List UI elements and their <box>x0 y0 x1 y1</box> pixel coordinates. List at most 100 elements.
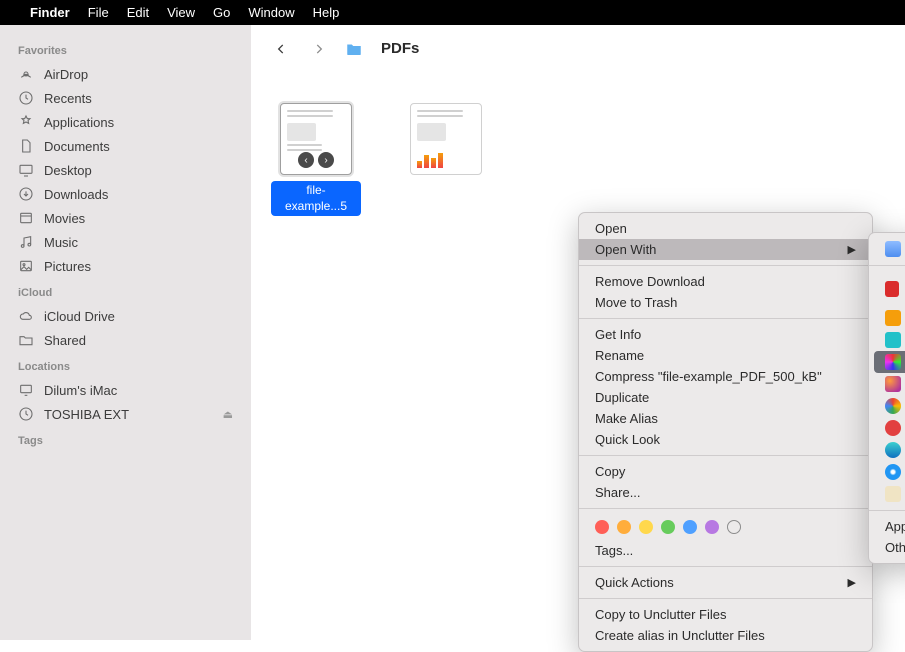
ctx-copy-unclutter[interactable]: Copy to Unclutter Files <box>579 604 872 625</box>
tag-yellow[interactable] <box>639 520 653 534</box>
edge-app-icon <box>885 442 901 458</box>
openwith-firefox[interactable]: Firefox <box>869 373 905 395</box>
file-thumbnail: ‹› <box>280 103 352 175</box>
tag-color-row <box>579 514 872 540</box>
openwith-canva[interactable]: Canva <box>869 329 905 351</box>
menu-file[interactable]: File <box>88 5 109 20</box>
openwith-unarchiver[interactable]: The Unarchiver <box>869 483 905 505</box>
menubar: Finder File Edit View Go Window Help <box>0 0 905 25</box>
apps-icon <box>18 114 34 130</box>
sidebar-item-desktop[interactable]: Desktop <box>8 159 243 181</box>
colorsync-app-icon <box>885 354 901 370</box>
document-icon <box>18 138 34 154</box>
menu-view[interactable]: View <box>167 5 195 20</box>
ctx-rename[interactable]: Rename <box>579 345 872 366</box>
tag-purple[interactable] <box>705 520 719 534</box>
separator <box>579 508 872 509</box>
menu-window[interactable]: Window <box>248 5 294 20</box>
sidebar-item-airdrop[interactable]: AirDrop <box>8 63 243 85</box>
openwith-app-store[interactable]: App Store... <box>869 516 905 537</box>
tag-green[interactable] <box>661 520 675 534</box>
menu-go[interactable]: Go <box>213 5 230 20</box>
imac-icon <box>18 382 34 398</box>
file-item[interactable]: ‹› file-example...5 <box>271 103 361 216</box>
sidebar-item-shared[interactable]: Shared <box>8 329 243 351</box>
file-thumbnail <box>410 103 482 175</box>
ctx-label: Quick Actions <box>595 575 674 590</box>
separator <box>579 265 872 266</box>
openwith-chrome[interactable]: Google Chrome <box>869 395 905 417</box>
ctx-open-with[interactable]: Open With▶ <box>579 239 872 260</box>
sidebar-item-recents[interactable]: Recents <box>8 87 243 109</box>
section-favorites: Favorites <box>8 37 243 61</box>
sidebar-item-label: Documents <box>44 139 110 154</box>
openwith-acrobat[interactable]: Adobe Acrobat (default) <box>869 271 905 307</box>
openwith-other[interactable]: Other... <box>869 537 905 558</box>
forward-button[interactable] <box>307 37 331 61</box>
openwith-colorsync[interactable]: ColorSync Utility <box>874 351 905 373</box>
app-name[interactable]: Finder <box>30 5 70 20</box>
sidebar-item-label: Music <box>44 235 78 250</box>
ctx-move-to-trash[interactable]: Move to Trash <box>579 292 872 313</box>
sidebar-item-documents[interactable]: Documents <box>8 135 243 157</box>
ctx-copy[interactable]: Copy <box>579 461 872 482</box>
ctx-open[interactable]: Open <box>579 218 872 239</box>
desktop-icon <box>18 162 34 178</box>
sidebar-item-movies[interactable]: Movies <box>8 207 243 229</box>
lightweight-pdf-app-icon <box>885 420 901 436</box>
sidebar-item-label: TOSHIBA EXT <box>44 407 129 422</box>
openwith-lightweight-pdf[interactable]: Lightweight PDF <box>869 417 905 439</box>
sidebar-item-imac[interactable]: Dilum's iMac <box>8 379 243 401</box>
sidebar-item-label: Pictures <box>44 259 91 274</box>
ctx-tags[interactable]: Tags... <box>579 540 872 561</box>
back-button[interactable] <box>269 37 293 61</box>
sidebar-item-label: Shared <box>44 333 86 348</box>
ctx-compress[interactable]: Compress "file-example_PDF_500_kB" <box>579 366 872 387</box>
sidebar-item-label: Applications <box>44 115 114 130</box>
sidebar-item-downloads[interactable]: Downloads <box>8 183 243 205</box>
openwith-edge[interactable]: Microsoft Edge <box>869 439 905 461</box>
separator <box>579 598 872 599</box>
tag-none[interactable] <box>727 520 741 534</box>
sidebar-item-label: Movies <box>44 211 85 226</box>
tag-orange[interactable] <box>617 520 631 534</box>
ctx-quick-actions[interactable]: Quick Actions▶ <box>579 572 872 593</box>
airdrop-icon <box>18 66 34 82</box>
ctx-make-alias[interactable]: Make Alias <box>579 408 872 429</box>
context-menu: Open Open With▶ Remove Download Move to … <box>578 212 873 652</box>
openwith-preview[interactable]: Preview <box>869 238 905 260</box>
movies-icon <box>18 210 34 226</box>
menu-help[interactable]: Help <box>313 5 340 20</box>
ctx-create-alias-unclutter[interactable]: Create alias in Unclutter Files <box>579 625 872 646</box>
sidebar-item-applications[interactable]: Applications <box>8 111 243 133</box>
folder-title: PDFs <box>381 40 419 57</box>
toolbar: PDFs <box>251 25 905 73</box>
file-item[interactable] <box>401 103 491 175</box>
openwith-safari[interactable]: Safari <box>869 461 905 483</box>
preview-nav-icons: ‹› <box>281 152 351 168</box>
sidebar-item-icloud-drive[interactable]: iCloud Drive <box>8 305 243 327</box>
chevron-right-icon: ▶ <box>848 243 856 256</box>
sidebar: Favorites AirDrop Recents Applications D… <box>0 25 251 640</box>
sidebar-item-label: Dilum's iMac <box>44 383 117 398</box>
tag-blue[interactable] <box>683 520 697 534</box>
openwith-books[interactable]: Books <box>869 307 905 329</box>
ctx-share[interactable]: Share... <box>579 482 872 503</box>
sidebar-item-label: Downloads <box>44 187 108 202</box>
sidebar-item-pictures[interactable]: Pictures <box>8 255 243 277</box>
music-icon <box>18 234 34 250</box>
ctx-duplicate[interactable]: Duplicate <box>579 387 872 408</box>
eject-icon[interactable]: ⏏ <box>223 408 233 421</box>
sidebar-item-label: Recents <box>44 91 92 106</box>
menu-edit[interactable]: Edit <box>127 5 149 20</box>
ctx-remove-download[interactable]: Remove Download <box>579 271 872 292</box>
tag-red[interactable] <box>595 520 609 534</box>
section-locations: Locations <box>8 353 243 377</box>
safari-app-icon <box>885 464 901 480</box>
sidebar-item-music[interactable]: Music <box>8 231 243 253</box>
ctx-get-info[interactable]: Get Info <box>579 324 872 345</box>
acrobat-app-icon <box>885 281 899 297</box>
ctx-quick-look[interactable]: Quick Look <box>579 429 872 450</box>
sidebar-item-label: AirDrop <box>44 67 88 82</box>
sidebar-item-external-drive[interactable]: TOSHIBA EXT ⏏ <box>8 403 243 425</box>
